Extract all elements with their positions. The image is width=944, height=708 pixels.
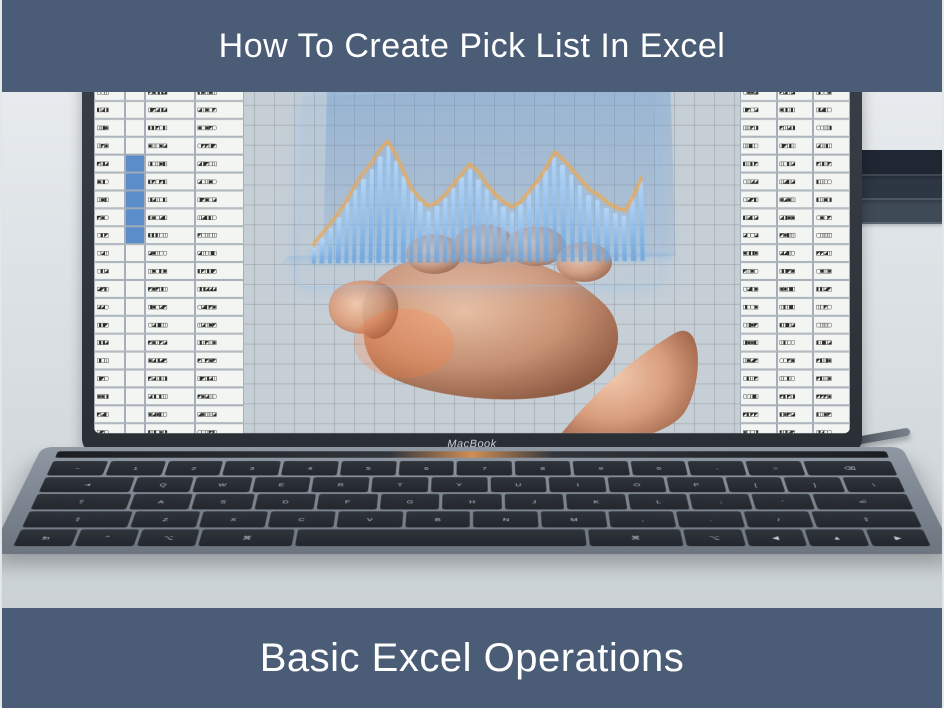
spreadsheet-left-panel: ▢▢◫◩▣◨◨◪◧▣◫▣◫◧◪◨◨◩◪◨◪◪◫▣▢◩◫◨▣◧◧◩▢◧▣▢▣◩▢◫… [94,92,244,433]
top-banner: How To Create Pick List In Excel [2,0,942,92]
bottom-banner: Basic Excel Operations [2,608,942,708]
touch-bar [55,451,889,457]
laptop-screen: ▢▢◫◩▣◨◨◪◧▣◫▣◫◧◪◨◨◩◪◨◪◪◫▣▢◩◫◨▣◧◧◩▢◧▣▢▣◩▢◫… [94,92,850,433]
laptop-keyboard-deck: ~1234567890-=⌫ ⇥QWERTYUIOP[]\ ⇪ASDFGHJKL… [2,447,942,554]
keyboard: ~1234567890-=⌫ ⇥QWERTYUIOP[]\ ⇪ASDFGHJKL… [13,461,930,546]
hero-illustration: ▢▢◫◩▣◨◨◪◧▣◫▣◫◧◪◨◨◩◪◨◪◪◫▣▢◩◫◨▣◧◧◩▢◧▣▢▣◩▢◫… [2,92,942,608]
laptop: ▢▢◫◩▣◨◨◪◧▣◫▣◫◧◪◨◨◩◪◨◪◪◫▣▢◩◫◨▣◧◧◩▢◧▣▢▣◩▢◫… [42,92,902,608]
laptop-screen-frame: ▢▢◫◩▣◨◨◪◧▣◫▣◫◧◪◨◨◩◪◨◪◪◫▣▢◩◫◨▣◧◧◩▢◧▣▢▣◩▢◫… [82,92,862,453]
page-subtitle: Basic Excel Operations [260,636,685,681]
page-title: How To Create Pick List In Excel [219,27,726,66]
spreadsheet-right-panel: ▢▣▣◪◩◪◫◪◨▢▢▣◨◩▢◪▣◨◫◧◨◪◧▢◫◫◩◨◩◫◪◨▢▢◫◨◫◨◧▢… [740,92,850,433]
tutorial-card: How To Create Pick List In Excel ▢▢◫◩▣◨◨ [2,0,942,708]
hologram-chart [298,92,660,287]
